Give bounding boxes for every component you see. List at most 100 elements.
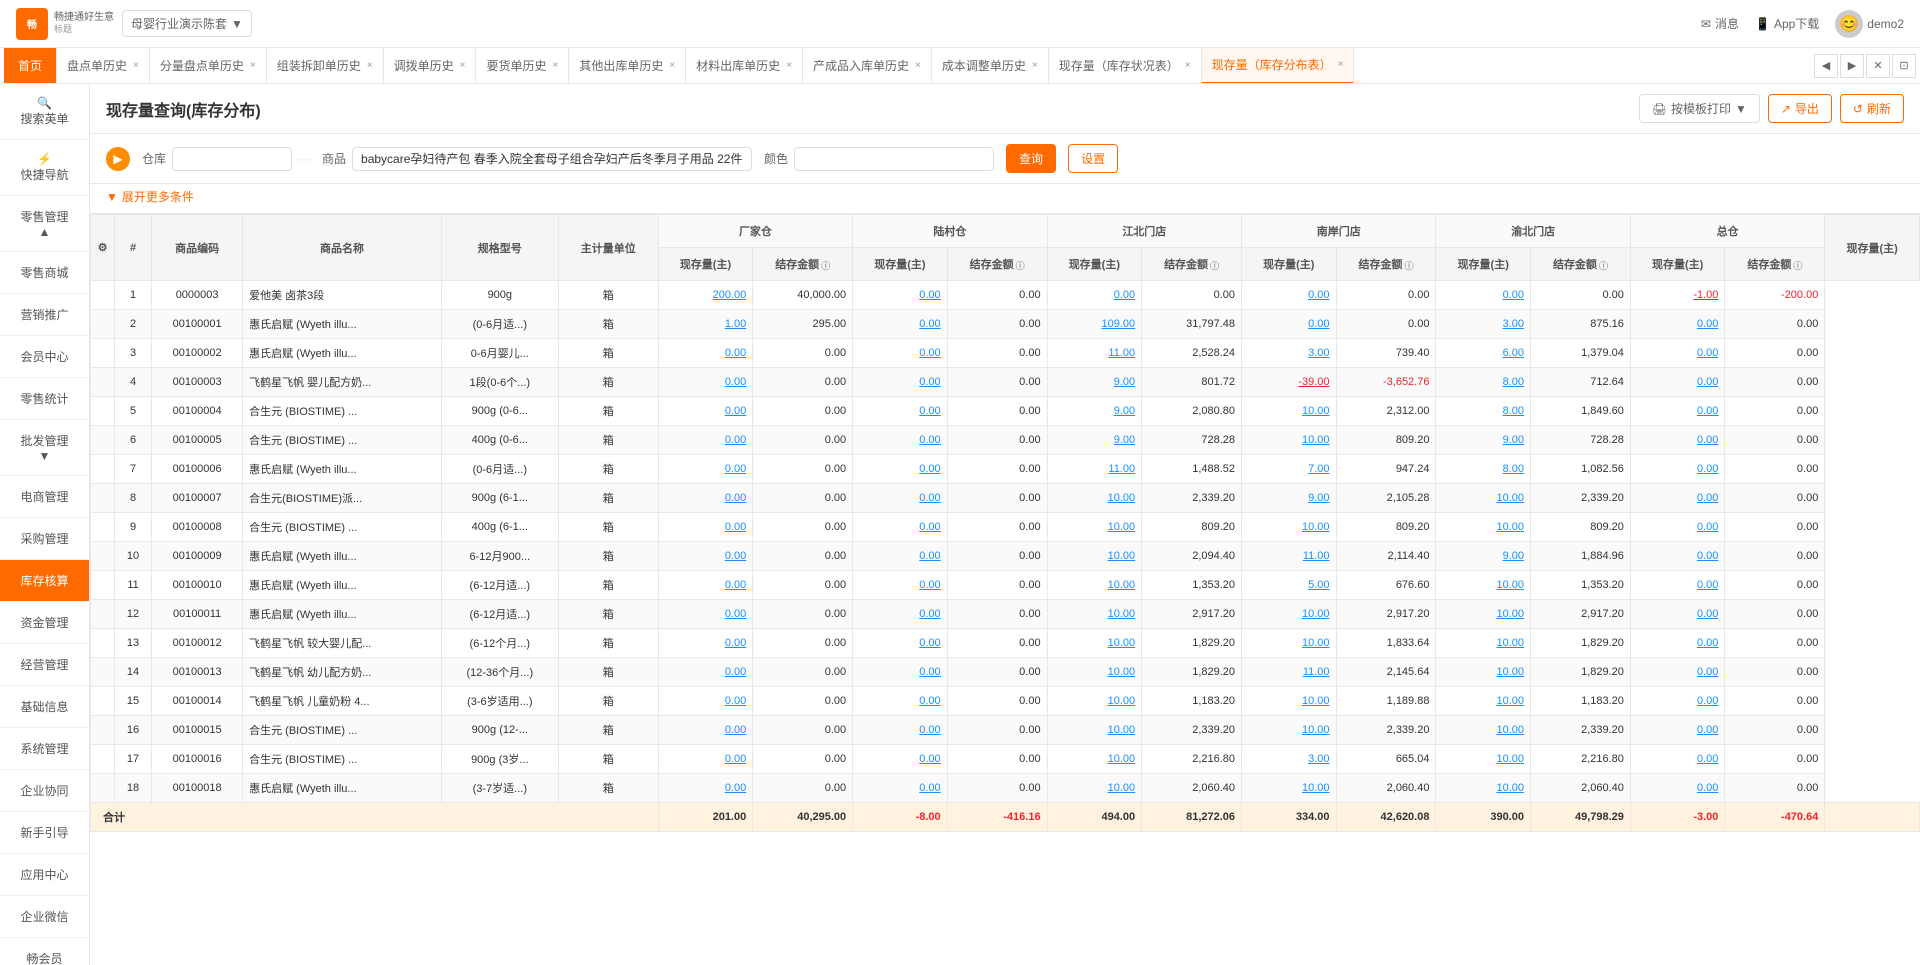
tab-close-11[interactable]: × [1338,59,1344,70]
row-num-2[interactable]: 0.00 [853,484,948,513]
tab-home[interactable]: 首页 [4,48,57,84]
row-num-0[interactable]: 0.00 [658,339,753,368]
sidebar-item-wechat[interactable]: 企业微信 [0,896,89,938]
row-num-10[interactable]: 0.00 [1630,368,1725,397]
row-num-10[interactable]: 0.00 [1630,339,1725,368]
row-num-6[interactable]: 10.00 [1242,716,1337,745]
row-num-0[interactable]: 0.00 [658,745,753,774]
tab-close-1[interactable]: × [133,60,139,71]
message-btn[interactable]: ✉ 消息 [1701,15,1739,32]
sidebar-item-ecommerce[interactable]: 电商管理 [0,476,89,518]
sidebar-item-guide[interactable]: 新手引导 [0,812,89,854]
tab-2[interactable]: 分量盘点单历史 × [150,48,267,84]
tab-6[interactable]: 其他出库单历史 × [569,48,686,84]
sidebar-item-marketing[interactable]: 营销推广 [0,294,89,336]
tab-close-5[interactable]: × [552,60,558,71]
row-num-8[interactable]: 8.00 [1436,368,1531,397]
row-num-2[interactable]: 0.00 [853,455,948,484]
tab-close-10[interactable]: × [1185,60,1191,71]
row-num-4[interactable]: 9.00 [1047,426,1142,455]
color-input[interactable] [794,147,994,171]
tab-9[interactable]: 成本调整单历史 × [932,48,1049,84]
row-num-10[interactable]: 0.00 [1630,397,1725,426]
row-num-10[interactable]: 0.00 [1630,716,1725,745]
row-num-4[interactable]: 10.00 [1047,774,1142,803]
print-btn[interactable]: 🖨 按模板打印 ▼ [1639,94,1760,123]
row-num-8[interactable]: 10.00 [1436,513,1531,542]
row-num-8[interactable]: 8.00 [1436,397,1531,426]
row-num-2[interactable]: 0.00 [853,542,948,571]
row-num-0[interactable]: 200.00 [658,281,753,310]
sidebar-item-retail-mall[interactable]: 零售商城 [0,252,89,294]
filter-toggle-btn[interactable]: ▶ [106,147,130,171]
row-num-0[interactable]: 0.00 [658,658,753,687]
row-num-10[interactable]: 0.00 [1630,571,1725,600]
row-num-0[interactable]: 0.00 [658,484,753,513]
row-num-10[interactable]: 0.00 [1630,542,1725,571]
tab-close-6[interactable]: × [669,60,675,71]
row-num-6[interactable]: 10.00 [1242,629,1337,658]
tab-8[interactable]: 产成品入库单历史 × [803,48,932,84]
row-num-2[interactable]: 0.00 [853,658,948,687]
sidebar-item-wholesale[interactable]: 批发管理 ▼ [0,420,89,476]
row-num-6[interactable]: 0.00 [1242,310,1337,339]
row-num-6[interactable]: 3.00 [1242,745,1337,774]
export-btn[interactable]: ↗ 导出 [1768,94,1832,123]
row-num-0[interactable]: 0.00 [658,397,753,426]
row-num-4[interactable]: 109.00 [1047,310,1142,339]
row-num-10[interactable]: 0.00 [1630,484,1725,513]
row-num-4[interactable]: 0.00 [1047,281,1142,310]
row-num-0[interactable]: 0.00 [658,687,753,716]
row-num-6[interactable]: 9.00 [1242,484,1337,513]
sidebar-item-purchase[interactable]: 采购管理 [0,518,89,560]
row-num-6[interactable]: 11.00 [1242,658,1337,687]
row-num-4[interactable]: 10.00 [1047,600,1142,629]
row-num-2[interactable]: 0.00 [853,339,948,368]
row-num-6[interactable]: 0.00 [1242,281,1337,310]
row-num-0[interactable]: 0.00 [658,716,753,745]
row-num-10[interactable]: 0.00 [1630,513,1725,542]
row-num-8[interactable]: 10.00 [1436,629,1531,658]
warehouse-input[interactable] [172,147,292,171]
sidebar-item-member[interactable]: 会员中心 [0,336,89,378]
row-num-2[interactable]: 0.00 [853,600,948,629]
row-num-0[interactable]: 0.00 [658,455,753,484]
row-num-4[interactable]: 10.00 [1047,716,1142,745]
row-num-0[interactable]: 0.00 [658,513,753,542]
refresh-btn[interactable]: ↺ 刷新 [1840,94,1904,123]
row-num-8[interactable]: 10.00 [1436,600,1531,629]
tab-close-8[interactable]: × [915,60,921,71]
row-num-8[interactable]: 9.00 [1436,426,1531,455]
row-num-6[interactable]: 10.00 [1242,600,1337,629]
row-num-0[interactable]: 1.00 [658,310,753,339]
row-num-2[interactable]: 0.00 [853,629,948,658]
row-num-8[interactable]: 10.00 [1436,687,1531,716]
row-num-6[interactable]: 3.00 [1242,339,1337,368]
app-download-btn[interactable]: 📱 App下载 [1755,15,1819,32]
row-num-8[interactable]: 10.00 [1436,745,1531,774]
row-num-8[interactable]: 10.00 [1436,658,1531,687]
tab-close-7[interactable]: × [786,60,792,71]
row-num-4[interactable]: 11.00 [1047,455,1142,484]
tab-next-btn[interactable]: ▶ [1840,54,1864,78]
row-num-2[interactable]: 0.00 [853,513,948,542]
row-num-2[interactable]: 0.00 [853,687,948,716]
tab-prev-btn[interactable]: ◀ [1814,54,1838,78]
row-num-2[interactable]: 0.00 [853,310,948,339]
tab-1[interactable]: 盘点单历史 × [57,48,150,84]
sidebar-item-collab[interactable]: 企业协同 [0,770,89,812]
row-num-0[interactable]: 0.00 [658,774,753,803]
row-num-4[interactable]: 10.00 [1047,513,1142,542]
row-num-8[interactable]: 10.00 [1436,774,1531,803]
row-num-8[interactable]: 8.00 [1436,455,1531,484]
row-num-6[interactable]: 5.00 [1242,571,1337,600]
sidebar-item-base[interactable]: 基础信息 [0,686,89,728]
row-num-10[interactable]: -1.00 [1630,281,1725,310]
row-num-6[interactable]: -39.00 [1242,368,1337,397]
row-num-8[interactable]: 6.00 [1436,339,1531,368]
sidebar-item-system[interactable]: 系统管理 [0,728,89,770]
sidebar-item-inventory[interactable]: 库存核算 [0,560,89,602]
row-num-8[interactable]: 0.00 [1436,281,1531,310]
sidebar-item-retail-stats[interactable]: 零售统计 [0,378,89,420]
row-num-4[interactable]: 10.00 [1047,687,1142,716]
